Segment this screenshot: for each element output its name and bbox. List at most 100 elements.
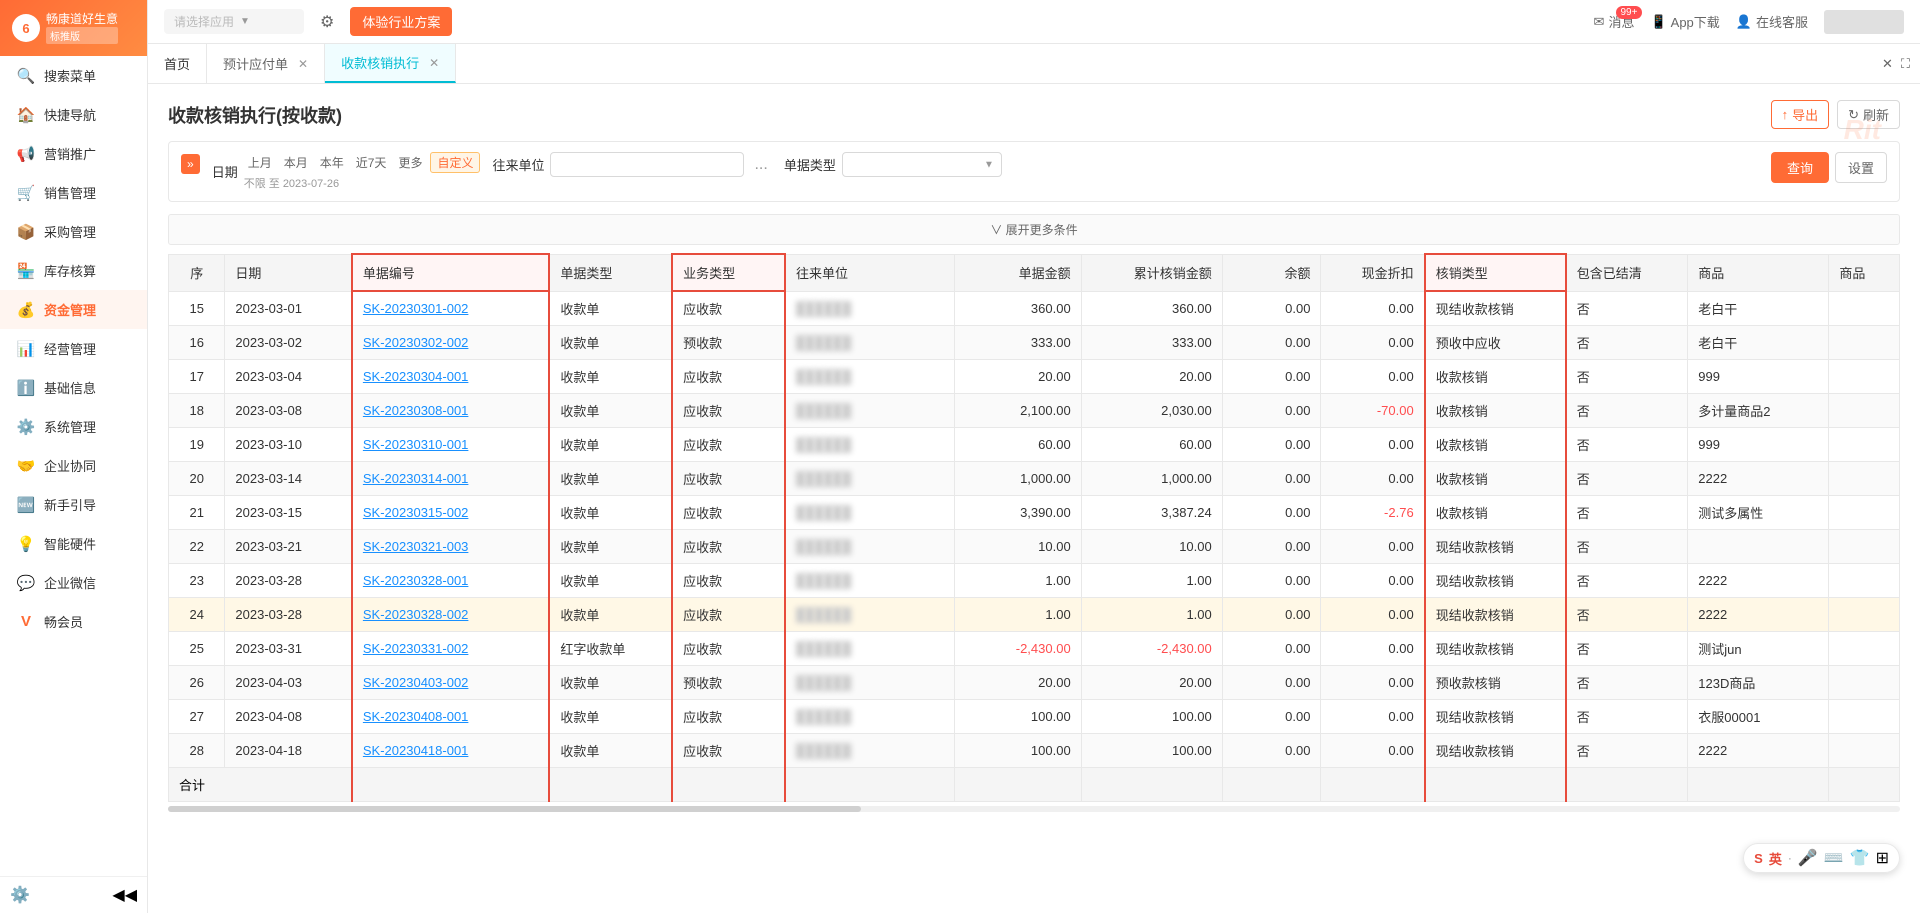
filter-toggle-button[interactable]: »: [181, 154, 200, 174]
tab-expand-icon[interactable]: ⛶: [1901, 56, 1910, 72]
cell-partner: ██████: [785, 632, 954, 666]
cell-goods: 多计量商品2: [1688, 394, 1829, 428]
cell-doctype: 收款单: [549, 530, 672, 564]
user-avatar[interactable]: [1824, 10, 1904, 34]
col-header-goods: 商品: [1688, 254, 1829, 291]
tab-pending-close[interactable]: ✕: [298, 57, 308, 71]
cell-cumamt: 1.00: [1081, 598, 1222, 632]
cell-doctype: 红字收款单: [549, 632, 672, 666]
sidebar-item-search[interactable]: 🔍 搜索菜单: [0, 56, 147, 95]
expand-more-conditions[interactable]: ∨ 展开更多条件: [168, 214, 1900, 245]
partner-input[interactable]: [550, 152, 744, 177]
shirt-icon[interactable]: 👕: [1850, 848, 1870, 868]
sidebar-item-finance[interactable]: 💰 资金管理: [0, 290, 147, 329]
sidebar-item-wechat[interactable]: 💬 企业微信: [0, 563, 147, 602]
tab-pending[interactable]: 预计应付单 ✕: [207, 44, 325, 83]
sidebar-item-basic-info[interactable]: ℹ️ 基础信息: [0, 368, 147, 407]
query-button[interactable]: 查询: [1771, 152, 1829, 183]
date-this-month-btn[interactable]: 本月: [280, 152, 312, 173]
cell-partner: ██████: [785, 530, 954, 564]
sidebar-item-sys-mgmt[interactable]: ⚙️ 系统管理: [0, 407, 147, 446]
sidebar-item-smart-hw[interactable]: 💡 智能硬件: [0, 524, 147, 563]
cell-amount: 60.00: [954, 428, 1081, 462]
tab-close-all-icon[interactable]: ✕: [1882, 56, 1893, 72]
filter-settings-button[interactable]: 设置: [1835, 152, 1887, 183]
cell-docno[interactable]: SK-20230331-002: [352, 632, 549, 666]
cell-docno[interactable]: SK-20230418-001: [352, 734, 549, 768]
doctype-select[interactable]: [842, 152, 1002, 177]
cell-docno[interactable]: SK-20230302-002: [352, 326, 549, 360]
cell-docno[interactable]: SK-20230315-002: [352, 496, 549, 530]
cell-discount: 0.00: [1321, 462, 1425, 496]
cell-balance: 0.00: [1222, 700, 1321, 734]
cell-docno[interactable]: SK-20230328-002: [352, 598, 549, 632]
partner-ellipsis[interactable]: ...: [750, 156, 771, 174]
cell-biztype: 预收款: [672, 666, 785, 700]
cell-docno[interactable]: SK-20230321-003: [352, 530, 549, 564]
sidebar-item-inventory[interactable]: 🏪 库存核算: [0, 251, 147, 290]
topbar-app-download[interactable]: 📱 App下载: [1650, 12, 1719, 31]
cell-docno[interactable]: SK-20230301-002: [352, 291, 549, 326]
app-selector[interactable]: 请选择应用 ▼: [164, 9, 304, 34]
sidebar-item-operation[interactable]: 📊 经营管理: [0, 329, 147, 368]
cell-biztype: 应收款: [672, 428, 785, 462]
sidebar-item-marketing[interactable]: 📢 营销推广: [0, 134, 147, 173]
grid-icon[interactable]: ⊞: [1876, 848, 1889, 868]
topbar-online-service[interactable]: 👤 在线客服: [1736, 12, 1808, 31]
cell-seq: 15: [169, 291, 225, 326]
export-button[interactable]: ↑ 导出: [1771, 100, 1830, 129]
cell-settled: 否: [1566, 428, 1688, 462]
date-prev-month-btn[interactable]: 上月: [244, 152, 276, 173]
col-header-settled: 包含已结清: [1566, 254, 1688, 291]
filter-partner-field: 往来单位 ...: [492, 152, 771, 177]
col-header-discount: 现金折扣: [1321, 254, 1425, 291]
keyboard-icon[interactable]: ⌨️: [1824, 848, 1844, 868]
sidebar-item-member[interactable]: V 畅会员: [0, 602, 147, 641]
sidebar-item-quick-nav[interactable]: 🏠 快捷导航: [0, 95, 147, 134]
topbar-settings-icon[interactable]: ⚙: [316, 8, 338, 36]
sidebar-item-purchase[interactable]: 📦 采购管理: [0, 212, 147, 251]
export-icon: ↑: [1782, 107, 1789, 122]
footer-discount: [1321, 768, 1425, 802]
cell-partner: ██████: [785, 394, 954, 428]
cell-goods: 老白干: [1688, 326, 1829, 360]
collapse-icon[interactable]: ◀◀: [112, 885, 137, 905]
solution-button[interactable]: 体验行业方案: [350, 7, 452, 36]
refresh-button[interactable]: ↻ 刷新: [1837, 100, 1900, 129]
sidebar-item-guide[interactable]: 🆕 新手引导: [0, 485, 147, 524]
cell-docno[interactable]: SK-20230308-001: [352, 394, 549, 428]
filter-doctype-field: 单据类型: [784, 152, 1002, 177]
app-badge: 标推版: [46, 27, 118, 44]
cell-docno[interactable]: SK-20230328-001: [352, 564, 549, 598]
cell-doctype: 收款单: [549, 598, 672, 632]
cell-seq: 22: [169, 530, 225, 564]
mic-icon[interactable]: 🎤: [1798, 848, 1818, 868]
horizontal-scrollbar[interactable]: [168, 802, 1900, 816]
cell-seq: 16: [169, 326, 225, 360]
cell-docno[interactable]: SK-20230408-001: [352, 700, 549, 734]
cell-docno[interactable]: SK-20230403-002: [352, 666, 549, 700]
cell-date: 2023-04-08: [225, 700, 352, 734]
sidebar-item-enterprise[interactable]: 🤝 企业协同: [0, 446, 147, 485]
date-7days-btn[interactable]: 近7天: [352, 152, 391, 173]
topbar-message[interactable]: ✉ 消息 99+: [1594, 12, 1635, 31]
cell-docno[interactable]: SK-20230314-001: [352, 462, 549, 496]
cell-docno[interactable]: SK-20230304-001: [352, 360, 549, 394]
date-custom-btn[interactable]: 自定义: [430, 152, 480, 173]
date-this-year-btn[interactable]: 本年: [316, 152, 348, 173]
tab-cancel-exec-close[interactable]: ✕: [429, 56, 439, 70]
page-inner: 收款核销执行(按收款) ↑ 导出 ↻ 刷新 » 日期: [148, 84, 1920, 913]
cell-amount: 10.00: [954, 530, 1081, 564]
cell-docno[interactable]: SK-20230310-001: [352, 428, 549, 462]
date-more-btn[interactable]: 更多: [394, 152, 426, 173]
tab-cancel-exec[interactable]: 收款核销执行 ✕: [325, 44, 456, 83]
col-header-date: 日期: [225, 254, 352, 291]
footer-goods: [1688, 768, 1829, 802]
sidebar-item-sales[interactable]: 🛒 销售管理: [0, 173, 147, 212]
settings-footer-icon[interactable]: ⚙️: [10, 885, 30, 905]
footer-biztype: [672, 768, 785, 802]
cell-balance: 0.00: [1222, 428, 1321, 462]
tab-home[interactable]: 首页: [148, 44, 207, 83]
cell-partner: ██████: [785, 700, 954, 734]
sidebar-item-label: 销售管理: [44, 183, 96, 202]
